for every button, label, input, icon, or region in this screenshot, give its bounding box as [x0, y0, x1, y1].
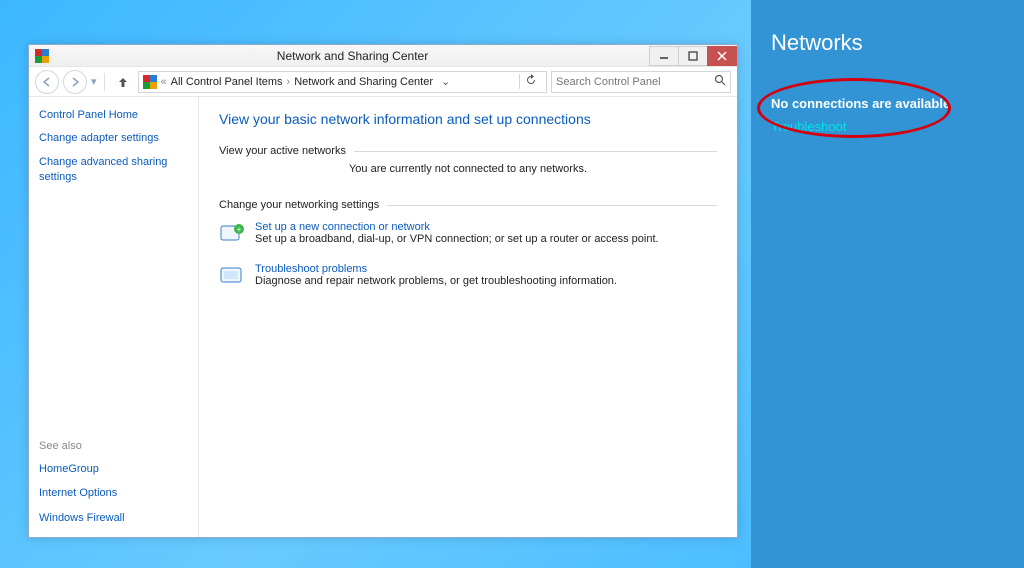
breadcrumb-parent[interactable]: All Control Panel Items	[171, 76, 283, 88]
troubleshoot-item: Troubleshoot problems Diagnose and repai…	[219, 263, 717, 289]
back-button[interactable]	[35, 70, 59, 94]
troubleshoot-problems-link[interactable]: Troubleshoot problems	[255, 263, 617, 275]
change-settings-header: Change your networking settings	[219, 199, 717, 211]
divider	[354, 151, 717, 152]
breadcrumb-dropdown[interactable]: ⌄	[437, 75, 454, 88]
change-advanced-sharing-link[interactable]: Change advanced sharing settings	[39, 155, 188, 184]
forward-button[interactable]	[63, 70, 87, 94]
content-heading: View your basic network information and …	[219, 111, 717, 127]
back-arrow-icon	[41, 76, 53, 88]
no-connections-text: No connections are available	[771, 96, 1004, 111]
minimize-button[interactable]	[649, 46, 679, 66]
control-panel-icon	[143, 75, 157, 89]
nav-row: ▾ « All Control Panel Items › Network an…	[29, 67, 737, 97]
divider	[387, 205, 717, 206]
troubleshoot-link[interactable]: Troubleshoot	[771, 119, 1004, 134]
up-arrow-icon	[116, 75, 130, 89]
close-icon	[717, 51, 727, 61]
breadcrumb-chevron-icon: ›	[287, 76, 291, 88]
window-title: Network and Sharing Center	[55, 49, 650, 63]
content-pane: View your basic network information and …	[199, 97, 737, 537]
change-adapter-link[interactable]: Change adapter settings	[39, 131, 188, 145]
setup-connection-link[interactable]: Set up a new connection or network	[255, 221, 659, 233]
close-button[interactable]	[707, 46, 737, 66]
titlebar: Network and Sharing Center	[29, 45, 737, 67]
search-icon	[714, 74, 726, 89]
see-also-label: See also	[39, 440, 188, 452]
maximize-button[interactable]	[678, 46, 708, 66]
left-nav: Control Panel Home Change adapter settin…	[29, 97, 199, 537]
recent-dropdown[interactable]: ▾	[91, 75, 97, 88]
control-panel-home-link[interactable]: Control Panel Home	[39, 109, 188, 121]
search-input[interactable]	[556, 76, 714, 88]
networks-title: Networks	[771, 30, 1004, 56]
change-settings-label: Change your networking settings	[219, 199, 379, 211]
homegroup-link[interactable]: HomeGroup	[39, 462, 188, 476]
active-networks-header: View your active networks	[219, 145, 717, 157]
svg-text:+: +	[237, 225, 242, 234]
search-box[interactable]	[551, 71, 731, 93]
refresh-button[interactable]	[519, 74, 542, 89]
breadcrumb[interactable]: « All Control Panel Items › Network and …	[138, 71, 547, 93]
internet-options-link[interactable]: Internet Options	[39, 486, 188, 500]
active-networks-label: View your active networks	[219, 145, 346, 157]
breadcrumb-current[interactable]: Network and Sharing Center	[294, 76, 433, 88]
minimize-icon	[659, 51, 669, 61]
window-body: Control Panel Home Change adapter settin…	[29, 97, 737, 537]
setup-connection-icon: +	[219, 221, 245, 247]
networks-flyout: Networks No connections are available Tr…	[751, 0, 1024, 568]
separator	[104, 73, 105, 91]
breadcrumb-chevron-icon: «	[161, 76, 167, 88]
troubleshoot-icon	[219, 263, 245, 289]
no-networks-text: You are currently not connected to any n…	[219, 163, 717, 175]
setup-connection-item: + Set up a new connection or network Set…	[219, 221, 717, 247]
up-button[interactable]	[112, 71, 134, 93]
setup-connection-desc: Set up a broadband, dial-up, or VPN conn…	[255, 233, 659, 245]
network-center-icon	[35, 49, 49, 63]
network-sharing-window: Network and Sharing Center ▾ «	[28, 44, 738, 538]
troubleshoot-desc: Diagnose and repair network problems, or…	[255, 275, 617, 287]
forward-arrow-icon	[69, 76, 81, 88]
windows-firewall-link[interactable]: Windows Firewall	[39, 511, 188, 525]
refresh-icon	[525, 74, 537, 86]
maximize-icon	[688, 51, 698, 61]
